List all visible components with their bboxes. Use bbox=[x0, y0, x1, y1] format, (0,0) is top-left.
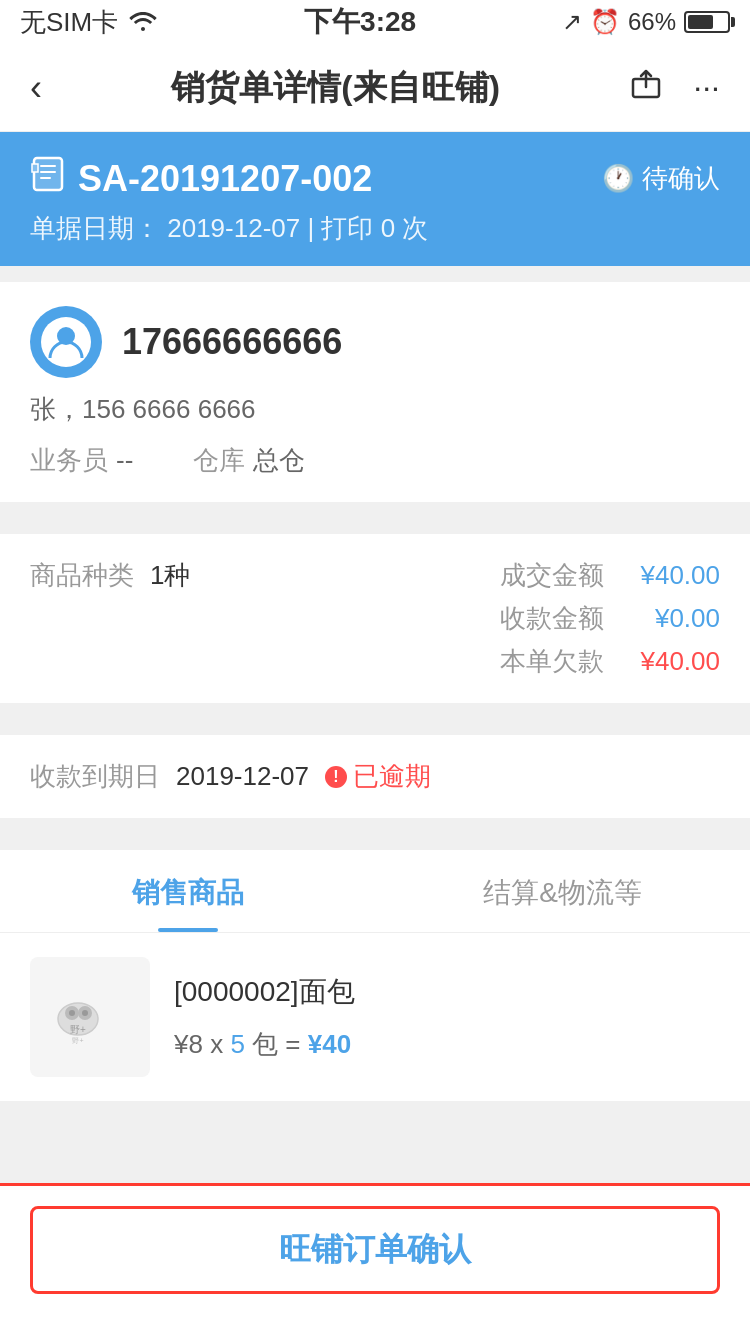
deal-amount-value: ¥40.00 bbox=[620, 560, 720, 591]
deal-amount-label: 成交金额 bbox=[500, 558, 604, 593]
nav-bar: ‹ 销货单详情(来自旺铺) ··· bbox=[0, 44, 750, 132]
more-icon[interactable]: ··· bbox=[693, 69, 720, 106]
owed-amount-row: 本单欠款 ¥40.00 bbox=[500, 644, 720, 679]
tab-settlement[interactable]: 结算&物流等 bbox=[375, 850, 750, 932]
page-title: 销货单详情(来自旺铺) bbox=[171, 65, 500, 111]
product-price-row: ¥8 x 5 包 = ¥40 bbox=[174, 1027, 720, 1062]
salesperson-value: -- bbox=[116, 445, 133, 476]
svg-point-8 bbox=[69, 1010, 75, 1016]
product-thumbnail: 野+ 野+ bbox=[30, 957, 150, 1077]
product-qty: 5 bbox=[230, 1029, 244, 1059]
back-button[interactable]: ‹ bbox=[30, 67, 42, 109]
order-header-card: SA-20191207-002 🕐 待确认 单据日期： 2019-12-07 |… bbox=[0, 132, 750, 266]
tab-sales-label: 销售商品 bbox=[132, 877, 244, 908]
order-header-top: SA-20191207-002 🕐 待确认 bbox=[30, 156, 720, 201]
product-type-value: 1种 bbox=[150, 558, 190, 593]
due-date-section: 收款到期日 2019-12-07 ! 已逾期 bbox=[0, 735, 750, 818]
nav-actions: ··· bbox=[629, 67, 720, 109]
received-amount-label: 收款金额 bbox=[500, 601, 604, 636]
battery-percent: 66% bbox=[628, 8, 676, 36]
customer-info-row: 17666666666 bbox=[30, 306, 720, 378]
warehouse-label: 仓库 bbox=[193, 443, 245, 478]
order-id-text: SA-20191207-002 bbox=[78, 158, 372, 200]
confirm-order-button[interactable]: 旺铺订单确认 bbox=[30, 1206, 720, 1294]
customer-section: 17666666666 张，156 6666 6666 业务员 -- 仓库 总仓 bbox=[0, 282, 750, 502]
carrier-text: 无SIM卡 bbox=[20, 5, 118, 40]
status-bar: 无SIM卡 下午3:28 ↗ ⏰ 66% bbox=[0, 0, 750, 44]
warehouse-field: 仓库 总仓 bbox=[193, 443, 305, 478]
divider-2 bbox=[0, 703, 750, 719]
customer-meta: 业务员 -- 仓库 总仓 bbox=[30, 443, 720, 478]
status-right: ↗ ⏰ 66% bbox=[562, 8, 730, 36]
received-amount-value: ¥0.00 bbox=[620, 603, 720, 634]
product-name: [0000002]面包 bbox=[174, 973, 720, 1011]
product-total: ¥40 bbox=[308, 1029, 351, 1059]
wifi-icon bbox=[128, 7, 158, 38]
salesperson-label: 业务员 bbox=[30, 443, 108, 478]
salesperson-field: 业务员 -- bbox=[30, 443, 133, 478]
overdue-text: 已逾期 bbox=[353, 759, 431, 794]
share-icon[interactable] bbox=[629, 67, 663, 109]
svg-text:野+: 野+ bbox=[72, 1037, 83, 1044]
product-info: [0000002]面包 ¥8 x 5 包 = ¥40 bbox=[174, 973, 720, 1062]
deal-amount-row: 成交金额 ¥40.00 bbox=[500, 558, 720, 593]
tabs-header: 销售商品 结算&物流等 bbox=[0, 850, 750, 933]
svg-point-9 bbox=[82, 1010, 88, 1016]
product-type-field: 商品种类 1种 bbox=[30, 558, 190, 593]
received-amount-row: 收款金额 ¥0.00 bbox=[500, 601, 720, 636]
divider-3 bbox=[0, 818, 750, 834]
bottom-bar: 旺铺订单确认 bbox=[0, 1183, 750, 1334]
order-print-info: | 打印 0 次 bbox=[307, 213, 428, 243]
product-unit-price: ¥8 bbox=[174, 1029, 203, 1059]
order-id-row: SA-20191207-002 bbox=[30, 156, 372, 201]
due-date-value: 2019-12-07 bbox=[176, 761, 309, 792]
owed-amount-value: ¥40.00 bbox=[620, 646, 720, 677]
product-type-label: 商品种类 bbox=[30, 558, 134, 593]
order-status-text: 待确认 bbox=[642, 161, 720, 196]
order-icon bbox=[30, 156, 66, 201]
svg-rect-2 bbox=[34, 158, 62, 190]
tabs-section: 销售商品 结算&物流等 野+ 野+ [0000002]面包 ¥8 x bbox=[0, 850, 750, 1101]
due-date-label: 收款到期日 bbox=[30, 759, 160, 794]
tab-settlement-label: 结算&物流等 bbox=[483, 877, 642, 908]
status-time: 下午3:28 bbox=[304, 3, 416, 41]
amounts-list: 成交金额 ¥40.00 收款金额 ¥0.00 本单欠款 ¥40.00 bbox=[500, 558, 720, 679]
order-date-label: 单据日期： bbox=[30, 213, 160, 243]
warehouse-value: 总仓 bbox=[253, 443, 305, 478]
overdue-badge: ! 已逾期 bbox=[325, 759, 431, 794]
summary-section: 商品种类 1种 成交金额 ¥40.00 收款金额 ¥0.00 本单欠款 ¥40.… bbox=[0, 534, 750, 703]
clock-icon: 🕐 bbox=[602, 163, 634, 194]
customer-phone: 17666666666 bbox=[122, 321, 342, 363]
divider-1 bbox=[0, 502, 750, 518]
avatar-icon bbox=[41, 317, 91, 367]
alarm-icon: ⏰ bbox=[590, 8, 620, 36]
order-date-row: 单据日期： 2019-12-07 | 打印 0 次 bbox=[30, 211, 720, 246]
product-equals: = bbox=[285, 1029, 307, 1059]
product-multiply: x bbox=[210, 1029, 230, 1059]
tab-sales-products[interactable]: 销售商品 bbox=[0, 850, 375, 932]
overdue-dot-icon: ! bbox=[325, 766, 347, 788]
status-left: 无SIM卡 bbox=[20, 5, 158, 40]
owed-amount-label: 本单欠款 bbox=[500, 644, 604, 679]
order-date-value: 2019-12-07 bbox=[167, 213, 300, 243]
battery-icon bbox=[684, 11, 730, 33]
product-item: 野+ 野+ [0000002]面包 ¥8 x 5 包 = ¥40 bbox=[0, 933, 750, 1101]
order-status-badge: 🕐 待确认 bbox=[602, 161, 720, 196]
product-unit: 包 bbox=[252, 1029, 278, 1059]
location-icon: ↗ bbox=[562, 8, 582, 36]
customer-name: 张，156 6666 6666 bbox=[30, 392, 720, 427]
svg-text:野+: 野+ bbox=[70, 1024, 86, 1035]
avatar bbox=[30, 306, 102, 378]
summary-row: 商品种类 1种 成交金额 ¥40.00 收款金额 ¥0.00 本单欠款 ¥40.… bbox=[30, 558, 720, 679]
